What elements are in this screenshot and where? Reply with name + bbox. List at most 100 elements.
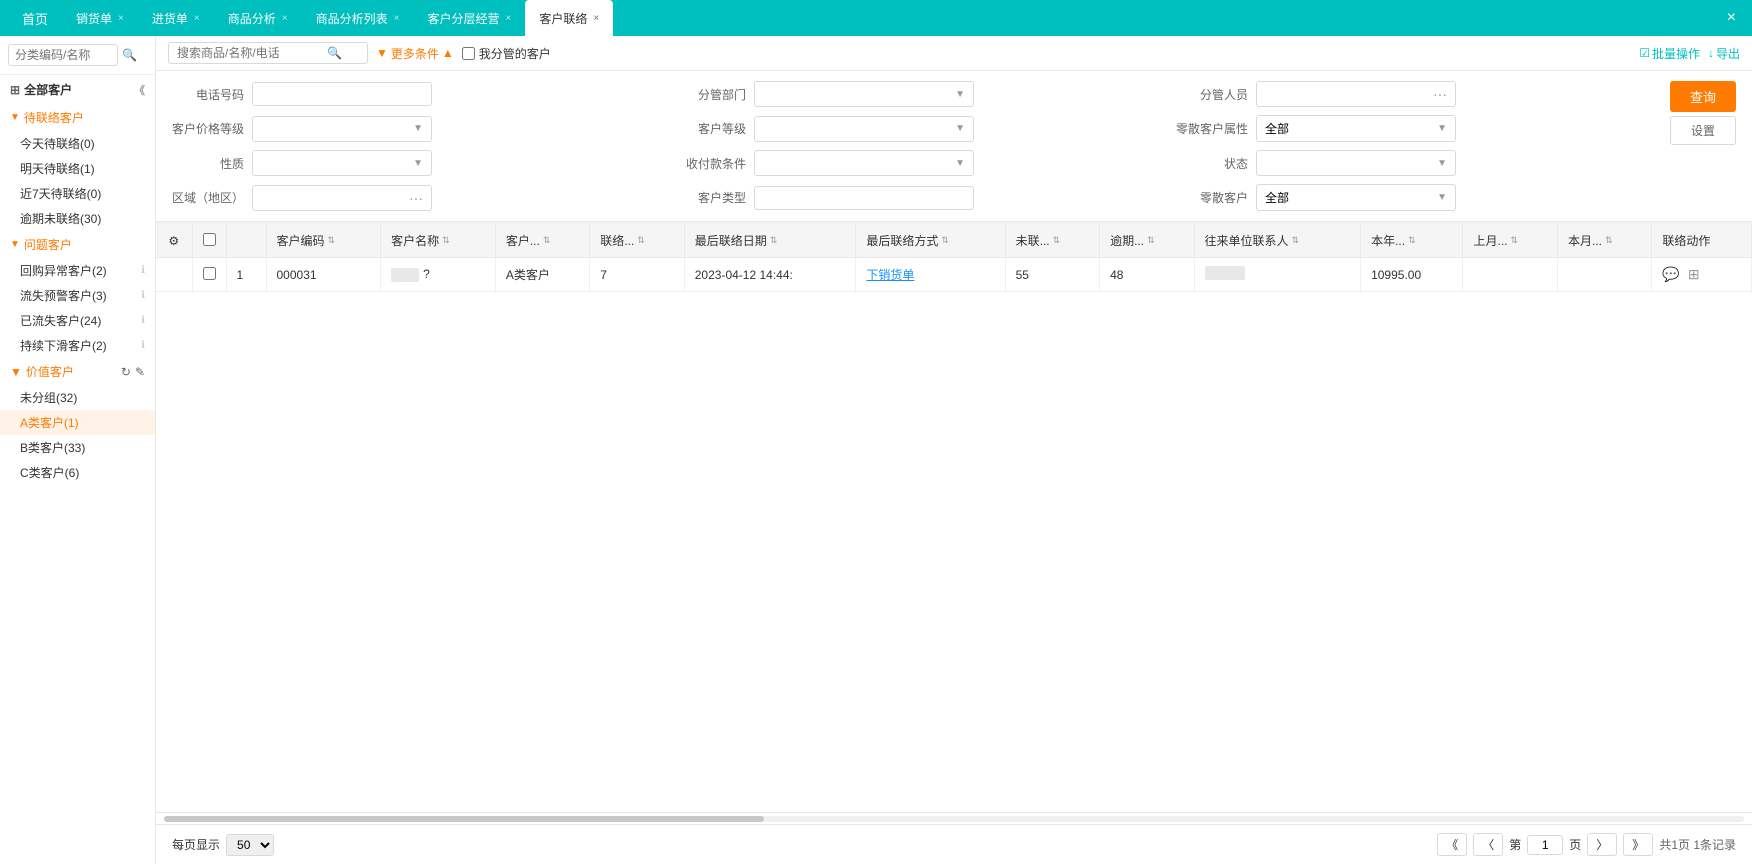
sidebar-item-overdue-contact[interactable]: 逾期未联络(30) (0, 206, 155, 231)
close-all-tabs-button[interactable]: × (1719, 9, 1744, 27)
scrollbar-thumb[interactable] (164, 816, 764, 822)
select-all-checkbox[interactable] (203, 233, 216, 246)
more-icon[interactable]: ··· (1433, 86, 1447, 102)
nav-tab-customer-segmentation[interactable]: 客户分层经营 × (413, 0, 525, 36)
th-overdue-days[interactable]: 逾期... ⇅ (1100, 224, 1194, 258)
prev-page-button[interactable]: 〈 (1473, 833, 1503, 856)
close-icon[interactable]: × (394, 13, 400, 24)
sidebar-item-churn-warning[interactable]: 流失预警客户(3) ℹ (0, 283, 155, 308)
batch-operation-button[interactable]: ☑ 批量操作 (1639, 45, 1700, 62)
manager-select[interactable]: ··· (1256, 81, 1456, 107)
sidebar-group-pending-contact[interactable]: ▼ 待联络客户 (0, 104, 155, 131)
status-select[interactable]: ▼ (1256, 150, 1456, 176)
th-last-contact-method[interactable]: 最后联络方式 ⇅ (856, 224, 1005, 258)
last-contact-method-link[interactable]: 下销货单 (866, 268, 914, 282)
close-icon[interactable]: × (194, 13, 200, 24)
more-icon[interactable]: ··· (409, 190, 423, 206)
td-unit-contact (1194, 258, 1361, 292)
value-customer-actions: ↻ ✎ (121, 365, 145, 379)
chat-icon[interactable]: 💬 (1662, 266, 1679, 283)
sidebar-item-c-class[interactable]: C类客户(6) (0, 460, 155, 485)
next-page-button[interactable]: 〉 (1587, 833, 1617, 856)
th-last-month[interactable]: 上月... ⇅ (1463, 224, 1557, 258)
all-customers-header[interactable]: ⊞ 全部客户 《 (0, 75, 155, 104)
retail-customer-select[interactable]: 全部 ▼ (1256, 184, 1456, 211)
search-input[interactable] (177, 46, 327, 60)
filter-region: 区域（地区） ··· (172, 185, 654, 211)
sidebar-group-value-customers[interactable]: ▼ 价值客户 ↻ ✎ (0, 358, 155, 385)
sidebar-group-problem-customers[interactable]: ▼ 问题客户 (0, 231, 155, 258)
batch-op-icon: ☑ (1639, 46, 1650, 60)
filter-price-level: 客户价格等级 ▼ (172, 116, 654, 142)
sidebar-item-churned[interactable]: 已流失客户(24) ℹ (0, 308, 155, 333)
nature-label: 性质 (172, 155, 252, 172)
content-area: 🔍 ▼ 更多条件 ▲ 我分管的客户 ☑ 批量操作 ↓ 导出 (156, 36, 1752, 864)
customer-level-select[interactable]: ▼ (754, 116, 974, 142)
sidebar-item-7days-contact[interactable]: 近7天待联络(0) (0, 181, 155, 206)
region-select[interactable]: ··· (252, 185, 432, 211)
sidebar-search-icon[interactable]: 🔍 (122, 48, 137, 62)
nav-tab-purchase[interactable]: 进货单 × (138, 0, 214, 36)
sidebar-item-repurchase-abnormal[interactable]: 回购异常客户(2) ℹ (0, 258, 155, 283)
th-gear[interactable]: ⚙ (156, 224, 192, 258)
close-icon[interactable]: × (505, 13, 511, 24)
filter-retail-attr: 零散客户属性 全部 ▼ (1176, 115, 1658, 142)
export-button[interactable]: ↓ 导出 (1708, 45, 1740, 62)
sidebar-item-declining[interactable]: 持续下滑客户(2) ℹ (0, 333, 155, 358)
th-contact-count[interactable]: 联络... ⇅ (590, 224, 684, 258)
settings-button[interactable]: 设置 (1670, 116, 1736, 145)
nature-select[interactable]: ▼ (252, 150, 432, 176)
page-number-input[interactable] (1527, 835, 1563, 855)
phone-input[interactable] (252, 82, 432, 106)
sidebar-collapse-button[interactable]: 《 (134, 82, 145, 98)
td-customer-type: A类客户 (495, 258, 589, 292)
toolbar-search-box: 🔍 (168, 42, 368, 64)
refresh-icon[interactable]: ↻ (121, 365, 131, 379)
nav-tab-product-analysis[interactable]: 商品分析 × (214, 0, 302, 36)
my-customer-checkbox[interactable]: 我分管的客户 (462, 45, 551, 62)
query-button[interactable]: 查询 (1670, 81, 1736, 112)
th-this-year[interactable]: 本年... ⇅ (1361, 224, 1463, 258)
th-customer-code[interactable]: 客户编码 ⇅ (266, 224, 381, 258)
sidebar-item-a-class[interactable]: A类客户(1) (0, 410, 155, 435)
edit-icon[interactable]: ✎ (135, 365, 145, 379)
close-icon[interactable]: × (593, 13, 599, 24)
customer-type-label: 客户类型 (674, 189, 754, 206)
search-icon[interactable]: 🔍 (327, 46, 342, 60)
page-size-select[interactable]: 50 (226, 834, 274, 856)
filter-panel: 电话号码 分管部门 ▼ 分管人员 (156, 71, 1752, 222)
sidebar-search-input[interactable] (8, 44, 118, 66)
sort-icon: ⇅ (442, 235, 450, 246)
nav-tab-product-analysis-list[interactable]: 商品分析列表 × (302, 0, 414, 36)
last-page-button[interactable]: 》 (1623, 833, 1653, 856)
nav-tab-customer-contact[interactable]: 客户联络 × (525, 0, 613, 36)
close-icon[interactable]: × (118, 13, 124, 24)
sidebar-item-tomorrow-contact[interactable]: 明天待联络(1) (0, 156, 155, 181)
price-level-select[interactable]: ▼ (252, 116, 432, 142)
more-filter-button[interactable]: ▼ 更多条件 ▲ (376, 45, 454, 62)
th-last-contact-date[interactable]: 最后联络日期 ⇅ (684, 224, 856, 258)
dept-select[interactable]: ▼ (754, 81, 974, 107)
payment-select[interactable]: ▼ (754, 150, 974, 176)
th-unit-contact[interactable]: 往来单位联系人 ⇅ (1194, 224, 1361, 258)
info-icon: ℹ (141, 290, 145, 301)
row-checkbox[interactable] (203, 267, 216, 280)
th-this-month[interactable]: 本月... ⇅ (1557, 224, 1651, 258)
close-icon[interactable]: × (282, 13, 288, 24)
sidebar-item-today-contact[interactable]: 今天待联络(0) (0, 131, 155, 156)
first-page-button[interactable]: 《 (1437, 833, 1467, 856)
chevron-down-icon: ▼ (10, 365, 22, 379)
nav-tab-home[interactable]: 首页 (8, 9, 62, 28)
th-customer-type[interactable]: 客户... ⇅ (495, 224, 589, 258)
th-no-contact-days[interactable]: 未联... ⇅ (1005, 224, 1099, 258)
qr-icon[interactable]: ⊞ (1688, 266, 1700, 283)
nav-tab-sales[interactable]: 销货单 × (62, 0, 138, 36)
sidebar-item-b-class[interactable]: B类客户(33) (0, 435, 155, 460)
td-customer-code: 000031 (266, 258, 381, 292)
horizontal-scrollbar[interactable] (156, 812, 1752, 824)
th-customer-name[interactable]: 客户名称 ⇅ (381, 224, 496, 258)
my-customer-checkbox-input[interactable] (462, 47, 475, 60)
sidebar-item-ungrouped[interactable]: 未分组(32) (0, 385, 155, 410)
retail-attr-select[interactable]: 全部 ▼ (1256, 115, 1456, 142)
customer-type-input[interactable] (754, 186, 974, 210)
